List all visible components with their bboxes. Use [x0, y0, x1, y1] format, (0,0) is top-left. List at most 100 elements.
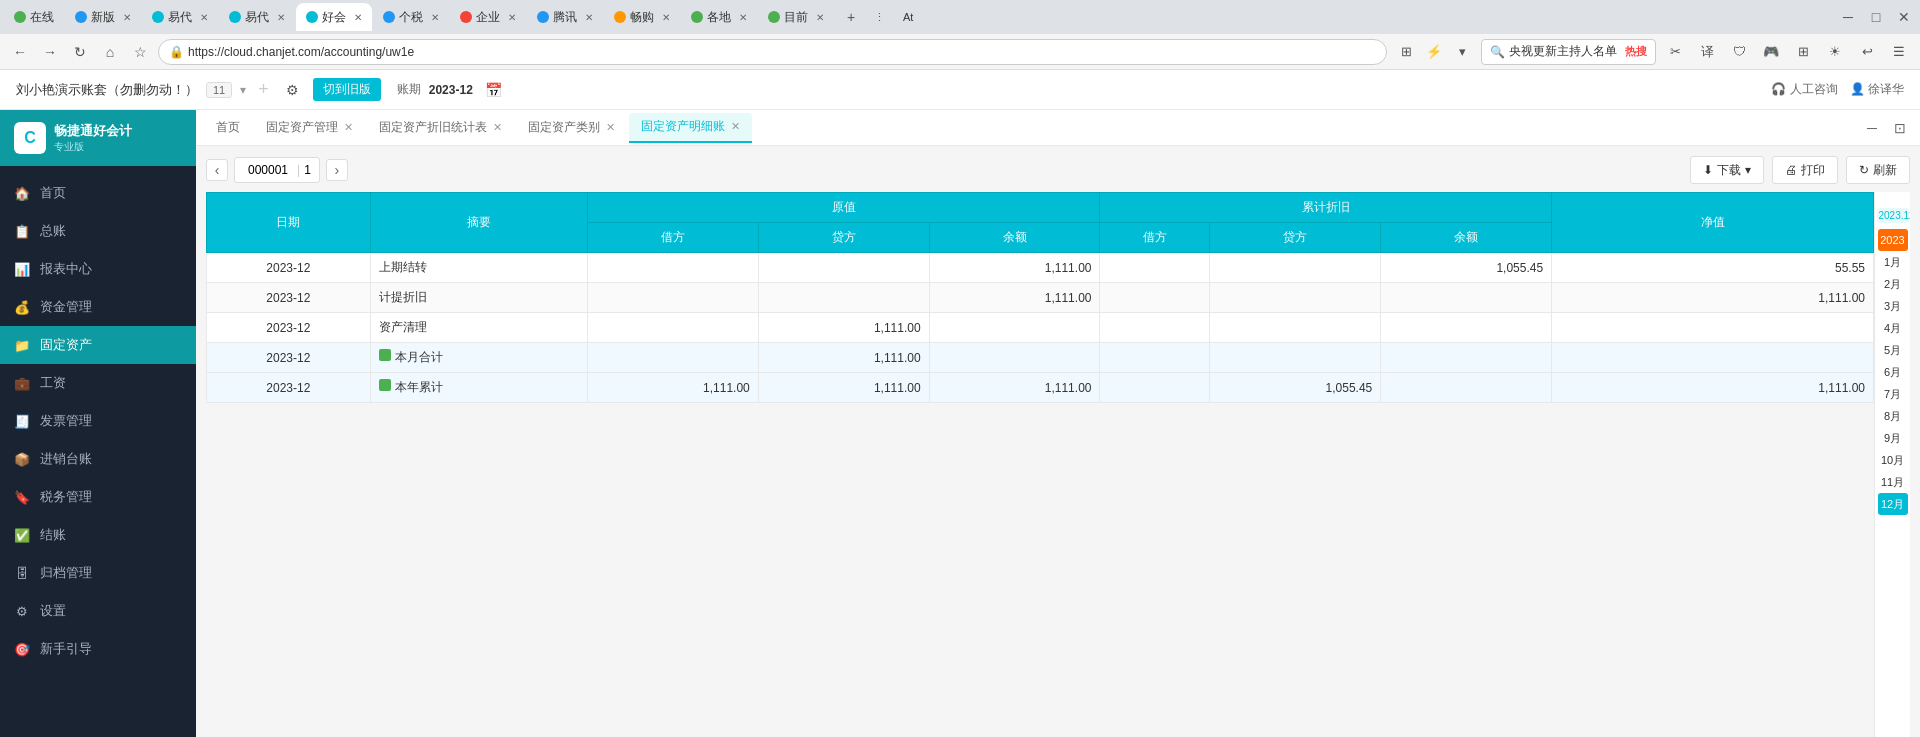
tab-close-3[interactable]: ✕: [606, 121, 615, 134]
search-text: 央视更新主持人名单: [1509, 43, 1617, 60]
period-month-4[interactable]: 4月: [1878, 317, 1908, 339]
cell-accum-debit-1: [1100, 283, 1210, 313]
next-page-btn[interactable]: ›: [326, 159, 348, 181]
tab-options-btn[interactable]: ⋮: [867, 5, 891, 29]
translate-btn[interactable]: 译: [1694, 39, 1720, 65]
maximize-pane-btn[interactable]: ⊡: [1888, 116, 1912, 140]
browser-tab-9[interactable]: 各地✕: [681, 3, 757, 31]
cell-accum-credit-2: [1210, 313, 1381, 343]
undo-btn[interactable]: ↩: [1854, 39, 1880, 65]
menu-btn[interactable]: ☰: [1886, 39, 1912, 65]
forward-btn[interactable]: →: [38, 40, 62, 64]
period-value: 2023-12: [429, 83, 473, 97]
sidebar-item-新手引导[interactable]: 🎯新手引导: [0, 630, 196, 668]
home-btn[interactable]: ⌂: [98, 40, 122, 64]
browser-tab-2[interactable]: 易代✕: [142, 3, 218, 31]
sidebar-item-首页[interactable]: 🏠首页: [0, 174, 196, 212]
calendar-icon[interactable]: 📅: [485, 82, 502, 98]
flash-btn[interactable]: ⚡: [1421, 39, 1447, 65]
page-tab-0[interactable]: 首页: [204, 113, 252, 143]
cell-summary-0: 上期结转: [370, 253, 587, 283]
sidebar-item-税务管理[interactable]: 🔖税务管理: [0, 478, 196, 516]
cell-orig-balance-4: 1,111.00: [929, 373, 1100, 403]
period-month-2[interactable]: 2月: [1878, 273, 1908, 295]
period-month-11[interactable]: 11月: [1878, 471, 1908, 493]
th-accum-credit: 贷方: [1210, 223, 1381, 253]
browser-tab-10[interactable]: 目前✕: [758, 3, 834, 31]
user-avatar[interactable]: 👤 徐译华: [1850, 81, 1904, 98]
period-month-1[interactable]: 1月: [1878, 251, 1908, 273]
tab-close-1[interactable]: ✕: [344, 121, 353, 134]
browser-tab-0[interactable]: 在线: [4, 3, 64, 31]
download-btn[interactable]: ⬇ 下载 ▾: [1690, 156, 1764, 184]
refresh-btn[interactable]: ↻ 刷新: [1846, 156, 1910, 184]
th-summary: 摘要: [370, 193, 587, 253]
close-window-btn[interactable]: ✕: [1892, 5, 1916, 29]
reload-btn[interactable]: ↻: [68, 40, 92, 64]
browser-tab-3[interactable]: 易代✕: [219, 3, 295, 31]
sidebar-item-归档管理[interactable]: 🗄归档管理: [0, 554, 196, 592]
service-btn[interactable]: 🎧 人工咨询: [1771, 81, 1837, 98]
print-btn[interactable]: 🖨 打印: [1772, 156, 1838, 184]
browser-tab-4[interactable]: 好会✕: [296, 3, 372, 31]
sidebar-item-发票管理[interactable]: 🧾发票管理: [0, 402, 196, 440]
period-month-10[interactable]: 10月: [1878, 449, 1908, 471]
period-month-12[interactable]: 12月: [1878, 493, 1908, 515]
sidebar-item-报表中心[interactable]: 📊报表中心: [0, 250, 196, 288]
sidebar-item-设置[interactable]: ⚙设置: [0, 592, 196, 630]
cell-orig-balance-3: [929, 343, 1100, 373]
shield-btn[interactable]: 🛡: [1726, 39, 1752, 65]
browser-tab-5[interactable]: 个税✕: [373, 3, 449, 31]
game-btn[interactable]: 🎮: [1758, 39, 1784, 65]
sidebar-item-工资[interactable]: 💼工资: [0, 364, 196, 402]
sidebar-logo: C 畅捷通好会计 专业版: [0, 110, 196, 166]
new-tab-btn[interactable]: +: [839, 5, 863, 29]
user-icon: 👤: [1850, 82, 1865, 96]
extensions-btn[interactable]: ⊞: [1393, 39, 1419, 65]
headset-icon: 🎧: [1771, 82, 1786, 96]
page-number-input[interactable]: [243, 163, 293, 177]
browser-actions: ⊞ ⚡ ▾: [1393, 39, 1475, 65]
sidebar-item-资金管理[interactable]: 💰资金管理: [0, 288, 196, 326]
toolbar-right: ⬇ 下载 ▾ 🖨 打印 ↻ 刷新: [1690, 156, 1910, 184]
tab-close-4[interactable]: ✕: [731, 120, 740, 133]
brightness-btn[interactable]: ☀: [1822, 39, 1848, 65]
maximize-btn[interactable]: □: [1864, 5, 1888, 29]
bookmark-btn[interactable]: ☆: [128, 40, 152, 64]
browser-tab-8[interactable]: 畅购✕: [604, 3, 680, 31]
header-left: 刘小艳演示账套（勿删勿动！） 11 ▾ + ⚙ 切到旧版 账期 2023-12 …: [16, 78, 502, 102]
settings-icon[interactable]: ⚙: [281, 78, 305, 102]
content-toolbar: ‹ | 1 › ⬇ 下载 ▾ 🖨 打印: [206, 156, 1910, 184]
page-tab-2[interactable]: 固定资产折旧统计表✕: [367, 113, 514, 143]
search-box[interactable]: 🔍 央视更新主持人名单 热搜: [1481, 39, 1656, 65]
address-bar[interactable]: 🔒 https://cloud.chanjet.com/accounting/u…: [158, 39, 1387, 65]
tab-close-2[interactable]: ✕: [493, 121, 502, 134]
period-month-8[interactable]: 8月: [1878, 405, 1908, 427]
period-month-6[interactable]: 6月: [1878, 361, 1908, 383]
dropdown-icon[interactable]: ▾: [240, 83, 246, 97]
browser-tab-7[interactable]: 腾讯✕: [527, 3, 603, 31]
period-month-3[interactable]: 3月: [1878, 295, 1908, 317]
period-year-2023[interactable]: 2023: [1878, 229, 1908, 251]
sidebar-item-总账[interactable]: 📋总账: [0, 212, 196, 250]
prev-page-btn[interactable]: ‹: [206, 159, 228, 181]
sidebar-item-结账[interactable]: ✅结账: [0, 516, 196, 554]
sidebar-item-进销台账[interactable]: 📦进销台账: [0, 440, 196, 478]
selected-period-year[interactable]: 2023.12: [1877, 208, 1909, 223]
switch-version-btn[interactable]: 切到旧版: [313, 78, 381, 101]
minimize-btn[interactable]: ─: [1836, 5, 1860, 29]
minimize-pane-btn[interactable]: ─: [1860, 116, 1884, 140]
grid-btn[interactable]: ⊞: [1790, 39, 1816, 65]
page-tab-3[interactable]: 固定资产类别✕: [516, 113, 627, 143]
browser-tab-1[interactable]: 新版✕: [65, 3, 141, 31]
period-month-7[interactable]: 7月: [1878, 383, 1908, 405]
back-btn[interactable]: ←: [8, 40, 32, 64]
period-month-9[interactable]: 9月: [1878, 427, 1908, 449]
browser-tab-6[interactable]: 企业✕: [450, 3, 526, 31]
page-tab-4[interactable]: 固定资产明细账✕: [629, 113, 752, 143]
dropdown-btn[interactable]: ▾: [1449, 39, 1475, 65]
period-month-5[interactable]: 5月: [1878, 339, 1908, 361]
scissors-btn[interactable]: ✂: [1662, 39, 1688, 65]
page-tab-1[interactable]: 固定资产管理✕: [254, 113, 365, 143]
sidebar-item-固定资产[interactable]: 📁固定资产: [0, 326, 196, 364]
